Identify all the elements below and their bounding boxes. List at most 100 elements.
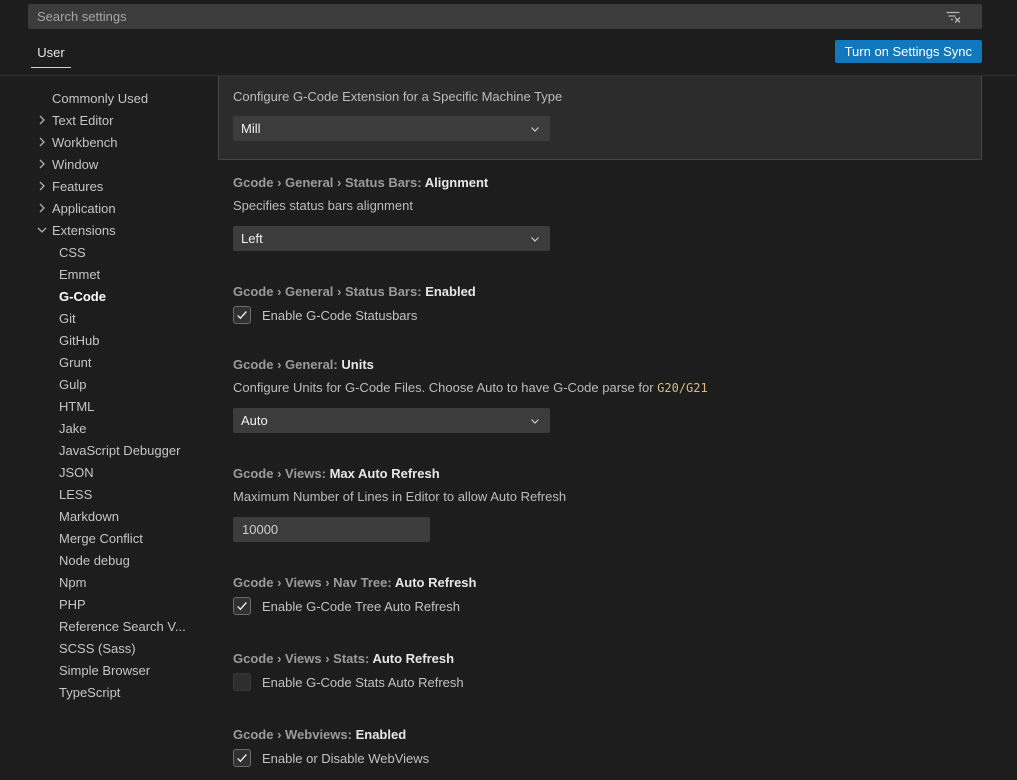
- chevron-down-icon: [528, 122, 542, 136]
- setting-category: Gcode › Views:: [233, 466, 326, 481]
- sidebar-item-scss-sass[interactable]: SCSS (Sass): [0, 637, 217, 659]
- setting-title: Gcode › General › Status Bars: Enabled: [233, 284, 1017, 299]
- sidebar-item-reference-search-v[interactable]: Reference Search V...: [0, 615, 217, 637]
- sidebar-item-typescript[interactable]: TypeScript: [0, 681, 217, 703]
- sidebar-item-features[interactable]: Features: [0, 175, 217, 197]
- statusbars-enabled-checkbox[interactable]: [233, 306, 251, 324]
- checkbox-label: Enable or Disable WebViews: [262, 751, 429, 766]
- navtree-auto-refresh-checkbox[interactable]: [233, 597, 251, 615]
- chevron-down-icon: [34, 222, 52, 238]
- sidebar-item-node-debug[interactable]: Node debug: [0, 549, 217, 571]
- sidebar-item-commonly-used[interactable]: Commonly Used: [0, 87, 217, 109]
- setting-category: Gcode › General:: [233, 357, 338, 372]
- sidebar-item-github[interactable]: GitHub: [0, 329, 217, 351]
- sidebar-item-g-code[interactable]: G-Code: [0, 285, 217, 307]
- setting-title: Gcode › Views › Nav Tree: Auto Refresh: [233, 575, 1017, 590]
- sidebar-item-javascript-debugger[interactable]: JavaScript Debugger: [0, 439, 217, 461]
- sidebar-item-merge-conflict[interactable]: Merge Conflict: [0, 527, 217, 549]
- setting-title: Gcode › General: Units: [233, 357, 1017, 372]
- gcode-code-snippet: G20/G21: [657, 381, 708, 395]
- setting-description: Configure G-Code Extension for a Specifi…: [233, 89, 981, 105]
- setting-category: Gcode › General › Status Bars:: [233, 284, 422, 299]
- setting-name: Enabled: [356, 727, 407, 742]
- setting-title: Gcode › Views › Stats: Auto Refresh: [233, 651, 1017, 666]
- sidebar-item-text-editor[interactable]: Text Editor: [0, 109, 217, 131]
- sidebar-item-npm[interactable]: Npm: [0, 571, 217, 593]
- checkmark-icon: [235, 751, 249, 765]
- setting-category: Gcode › General › Status Bars:: [233, 175, 422, 190]
- sidebar-item-jake[interactable]: Jake: [0, 417, 217, 439]
- chevron-right-icon: [34, 156, 52, 172]
- setting-row-machine-type: Configure G-Code Extension for a Specifi…: [218, 76, 982, 160]
- setting-name: Auto Refresh: [372, 651, 454, 666]
- checkbox-label: Enable G-Code Statusbars: [262, 308, 417, 323]
- machine-type-dropdown[interactable]: Mill: [233, 116, 550, 141]
- sidebar-item-json[interactable]: JSON: [0, 461, 217, 483]
- sidebar-item-label: Features: [52, 179, 103, 194]
- chevron-down-icon: [528, 414, 542, 428]
- sidebar-item-emmet[interactable]: Emmet: [0, 263, 217, 285]
- sidebar-item-label: Application: [52, 201, 116, 216]
- stats-auto-refresh-checkbox[interactable]: [233, 673, 251, 691]
- turn-on-settings-sync-button[interactable]: Turn on Settings Sync: [835, 40, 982, 63]
- webviews-enabled-checkbox[interactable]: [233, 749, 251, 767]
- sidebar-item-label: Jake: [59, 421, 86, 436]
- sidebar-item-css[interactable]: CSS: [0, 241, 217, 263]
- sidebar-item-markdown[interactable]: Markdown: [0, 505, 217, 527]
- setting-row-stats-auto-refresh: Gcode › Views › Stats: Auto Refresh Enab…: [233, 651, 1017, 691]
- sidebar-item-label: SCSS (Sass): [59, 641, 136, 656]
- setting-category: Gcode › Webviews:: [233, 727, 352, 742]
- sidebar-item-grunt[interactable]: Grunt: [0, 351, 217, 373]
- sidebar-item-gulp[interactable]: Gulp: [0, 373, 217, 395]
- setting-title: Gcode › Webviews: Enabled: [233, 727, 1017, 742]
- setting-name: Enabled: [425, 284, 476, 299]
- setting-description: Configure Units for G-Code Files. Choose…: [233, 380, 1017, 396]
- checkmark-icon: [235, 308, 249, 322]
- tab-user[interactable]: User: [31, 45, 71, 68]
- checkbox-label: Enable G-Code Tree Auto Refresh: [262, 599, 460, 614]
- setting-row-statusbars-enabled: Gcode › General › Status Bars: Enabled E…: [233, 284, 1017, 324]
- sidebar-item-label: Workbench: [52, 135, 118, 150]
- sidebar-item-label: Npm: [59, 575, 86, 590]
- setting-row-units: Gcode › General: Units Configure Units f…: [233, 357, 1017, 433]
- sidebar-tree: Commonly UsedText Editor Workbench Window F…: [0, 76, 217, 780]
- checkmark-icon: [235, 599, 249, 613]
- setting-name: Max Auto Refresh: [330, 466, 440, 481]
- chevron-right-icon: [34, 200, 52, 216]
- sidebar-item-window[interactable]: Window: [0, 153, 217, 175]
- sidebar-item-label: PHP: [59, 597, 86, 612]
- max-auto-refresh-input[interactable]: [233, 517, 430, 542]
- alignment-dropdown[interactable]: Left: [233, 226, 550, 251]
- sidebar-item-less[interactable]: LESS: [0, 483, 217, 505]
- checkbox-label: Enable G-Code Stats Auto Refresh: [262, 675, 464, 690]
- filter-settings-button[interactable]: [942, 7, 964, 27]
- sidebar-item-label: Emmet: [59, 267, 100, 282]
- search-input[interactable]: [28, 4, 982, 29]
- sidebar-item-php[interactable]: PHP: [0, 593, 217, 615]
- sidebar-item-extensions[interactable]: Extensions: [0, 219, 217, 241]
- units-dropdown[interactable]: Auto: [233, 408, 550, 433]
- sidebar-item-workbench[interactable]: Workbench: [0, 131, 217, 153]
- chevron-right-icon: [34, 134, 52, 150]
- dropdown-value: Left: [241, 231, 263, 246]
- setting-row-statusbars-alignment: Gcode › General › Status Bars: Alignment…: [233, 175, 1017, 251]
- chevron-down-icon: [528, 232, 542, 246]
- setting-row-webviews-enabled: Gcode › Webviews: Enabled Enable or Disa…: [233, 727, 1017, 767]
- setting-row-navtree-auto-refresh: Gcode › Views › Nav Tree: Auto Refresh E…: [233, 575, 1017, 615]
- spacer: [34, 90, 52, 106]
- sidebar-item-label: JavaScript Debugger: [59, 443, 180, 458]
- setting-description: Maximum Number of Lines in Editor to all…: [233, 489, 1017, 505]
- chevron-right-icon: [34, 112, 52, 128]
- sidebar-item-application[interactable]: Application: [0, 197, 217, 219]
- setting-category: Gcode › Views › Nav Tree:: [233, 575, 392, 590]
- sidebar-item-label: Reference Search V...: [59, 619, 186, 634]
- dropdown-value: Mill: [241, 121, 261, 136]
- sidebar-item-label: Git: [59, 311, 76, 326]
- sidebar-item-label: HTML: [59, 399, 94, 414]
- sidebar-item-git[interactable]: Git: [0, 307, 217, 329]
- sidebar-item-simple-browser[interactable]: Simple Browser: [0, 659, 217, 681]
- setting-description: Specifies status bars alignment: [233, 198, 1017, 214]
- setting-category: Gcode › Views › Stats:: [233, 651, 369, 666]
- sidebar-item-html[interactable]: HTML: [0, 395, 217, 417]
- sidebar-item-label: Markdown: [59, 509, 119, 524]
